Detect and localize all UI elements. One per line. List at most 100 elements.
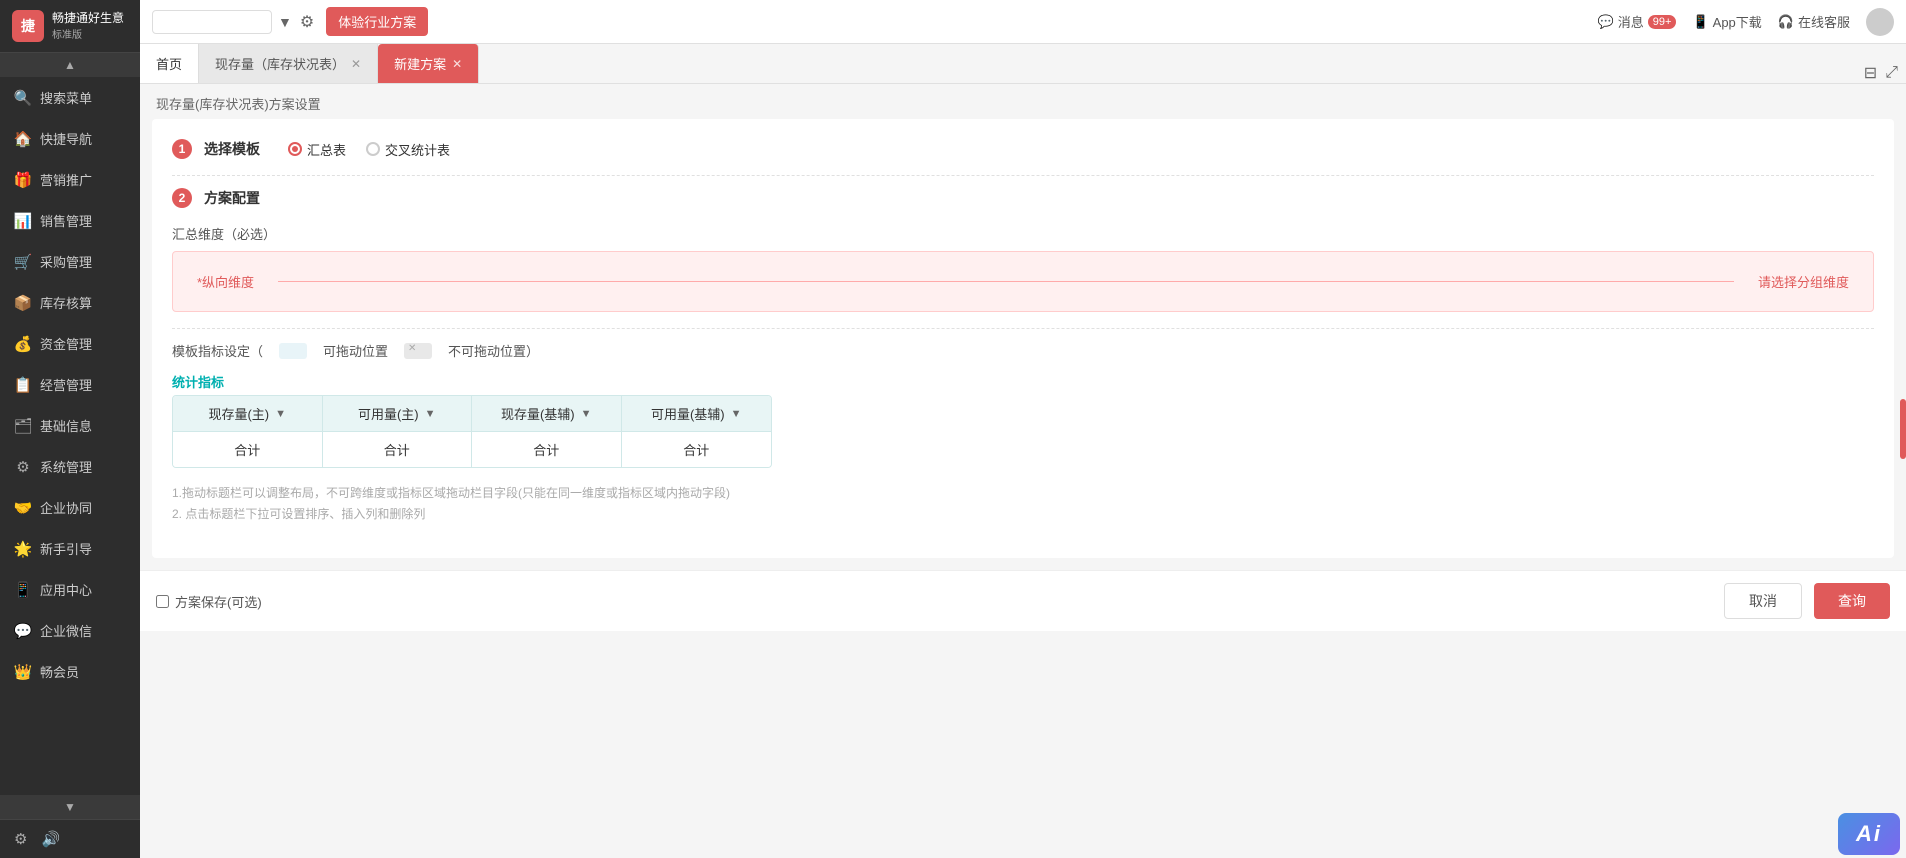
radio-cross[interactable]: 交叉统计表	[366, 140, 450, 159]
message-label: 消息	[1618, 12, 1644, 31]
col-dropdown-2[interactable]: ▼	[581, 408, 592, 420]
non-draggable-indicator	[404, 343, 432, 359]
sidebar-item-marketing[interactable]: 🎁 营销推广	[0, 159, 140, 200]
col-header-3: 可用量(基辅) ▼	[622, 396, 772, 431]
ai-badge[interactable]: Ai	[1838, 813, 1900, 855]
footer-actions: 取消 查询	[1724, 583, 1890, 619]
logo-badge: 标准版	[52, 26, 124, 41]
sidebar-item-basic-info[interactable]: 🗂 基础信息	[0, 405, 140, 446]
inventory-icon: 📦	[14, 294, 32, 312]
sidebar-item-quick-nav[interactable]: 🏠 快捷导航	[0, 118, 140, 159]
tab-inventory-label: 现存量（库存状况表）	[215, 54, 345, 73]
headset-icon: 🎧	[1778, 14, 1794, 30]
message-badge: 99+	[1648, 15, 1677, 29]
draggable-indicator	[279, 343, 307, 359]
stats-cell-0-2: 合计	[472, 432, 622, 467]
radio-summary[interactable]: 汇总表	[288, 140, 346, 159]
sidebar-item-label: 企业微信	[40, 621, 92, 640]
tab-inventory-close[interactable]: ✕	[351, 57, 361, 71]
step2-badge: 2	[172, 188, 192, 208]
sidebar-scroll-down[interactable]: ▼	[0, 795, 140, 819]
message-btn[interactable]: 💬 消息 99+	[1598, 12, 1677, 31]
right-scroll-indicator	[1900, 399, 1906, 459]
sidebar-item-operations[interactable]: 📋 经营管理	[0, 364, 140, 405]
newbie-icon: 🌟	[14, 540, 32, 558]
query-button[interactable]: 查询	[1814, 583, 1890, 619]
col-label-1: 可用量(主)	[358, 404, 419, 423]
stats-table: 现存量(主) ▼ 可用量(主) ▼ 现存量(基辅) ▼ 可用量(基辅) ▼	[172, 395, 772, 468]
tab-minimize-btn[interactable]: ⊟	[1864, 63, 1877, 83]
app-download-icon: 📱	[1692, 14, 1708, 30]
tab-new-plan-close[interactable]: ✕	[452, 57, 462, 71]
app-download-btn[interactable]: 📱 App下载	[1692, 12, 1761, 31]
tab-new-plan[interactable]: 新建方案 ✕	[378, 44, 479, 83]
sidebar-scroll-up[interactable]: ▲	[0, 53, 140, 77]
sidebar-item-newbie[interactable]: 🌟 新手引导	[0, 528, 140, 569]
sidebar-item-app-center[interactable]: 📱 应用中心	[0, 569, 140, 610]
stats-cell-0-0: 合计	[173, 432, 323, 467]
radio-group-template: 汇总表 交叉统计表	[288, 140, 450, 159]
tab-home-label: 首页	[156, 54, 182, 73]
user-avatar[interactable]	[1866, 8, 1894, 36]
tab-home[interactable]: 首页	[140, 44, 199, 83]
sidebar-item-sales[interactable]: 📊 销售管理	[0, 200, 140, 241]
save-checkbox[interactable]	[156, 595, 169, 608]
system-icon: ⚙	[14, 458, 32, 476]
radio-summary-label: 汇总表	[307, 140, 346, 159]
tab-inventory-status[interactable]: 现存量（库存状况表） ✕	[199, 44, 378, 83]
col-dropdown-0[interactable]: ▼	[275, 408, 286, 420]
tab-expand-btn[interactable]: ⤢	[1885, 64, 1898, 82]
sidebar-item-purchase[interactable]: 🛒 采购管理	[0, 241, 140, 282]
radio-cross-circle	[366, 142, 380, 156]
sidebar-item-member[interactable]: 👑 畅会员	[0, 651, 140, 692]
sidebar-item-label: 畅会员	[40, 662, 79, 681]
page-title: 现存量(库存状况表)方案设置	[140, 84, 1906, 119]
sales-icon: 📊	[14, 212, 32, 230]
col-label-0: 现存量(主)	[208, 404, 269, 423]
topbar-right: 💬 消息 99+ 📱 App下载 🎧 在线客服	[1598, 8, 1894, 36]
sidebar-item-label: 基础信息	[40, 416, 92, 435]
sidebar-item-label: 销售管理	[40, 211, 92, 230]
draggable-label: 可拖动位置	[323, 341, 388, 360]
sidebar-item-system[interactable]: ⚙ 系统管理	[0, 446, 140, 487]
tab-bar: 首页 现存量（库存状况表） ✕ 新建方案 ✕ ⊟ ⤢	[140, 44, 1906, 84]
logo-icon: 捷	[12, 10, 44, 42]
topbar-dropdown-btn[interactable]: ▼	[278, 14, 292, 30]
sidebar-item-corp-wechat[interactable]: 💬 企业微信	[0, 610, 140, 651]
sidebar-item-label: 资金管理	[40, 334, 92, 353]
step1-divider	[172, 175, 1874, 176]
col-header-1: 可用量(主) ▼	[323, 396, 473, 431]
tab-new-plan-label: 新建方案	[394, 54, 446, 73]
app-center-icon: 📱	[14, 581, 32, 599]
sidebar-item-label: 应用中心	[40, 580, 92, 599]
step1-badge: 1	[172, 139, 192, 159]
indicator-row: 模板指标设定（ 可拖动位置 不可拖动位置）	[172, 341, 1874, 360]
trial-industry-btn[interactable]: 体验行业方案	[326, 7, 428, 36]
cancel-button[interactable]: 取消	[1724, 583, 1802, 619]
step1-row: 1 选择模板 汇总表 交叉统计表	[172, 139, 1874, 159]
col-dropdown-1[interactable]: ▼	[425, 408, 436, 420]
sidebar-bottom: ⚙ 🔊	[0, 819, 140, 858]
topbar-gear-btn[interactable]: ⚙	[300, 12, 314, 32]
col-header-0: 现存量(主) ▼	[173, 396, 323, 431]
sidebar-item-search-menu[interactable]: 🔍 搜索菜单	[0, 77, 140, 118]
dim-placeholder: 请选择分组维度	[1758, 272, 1849, 291]
dimension-area: *纵向维度 请选择分组维度	[172, 251, 1874, 312]
online-service-btn[interactable]: 🎧 在线客服	[1778, 12, 1850, 31]
col-dropdown-3[interactable]: ▼	[731, 408, 742, 420]
content-area: 现存量(库存状况表)方案设置 1 选择模板 汇总表 交叉统计表	[140, 84, 1906, 858]
sidebar-item-finance[interactable]: 💰 资金管理	[0, 323, 140, 364]
stats-table-row-0: 合计 合计 合计 合计	[173, 431, 771, 467]
sidebar-item-inventory[interactable]: 📦 库存核算	[0, 282, 140, 323]
dim-required-label: *纵向维度	[197, 272, 254, 291]
save-check-label: 方案保存(可选)	[175, 592, 262, 611]
settings-icon[interactable]: ⚙	[14, 830, 27, 848]
sidebar: 捷 畅捷通好生意 标准版 ▲ 🔍 搜索菜单 🏠 快捷导航 🎁 营销推广 📊 销售…	[0, 0, 140, 858]
sidebar-item-label: 新手引导	[40, 539, 92, 558]
stats-header: 统计指标	[172, 372, 1874, 391]
topbar-search-input[interactable]	[152, 10, 272, 34]
audio-icon[interactable]: 🔊	[41, 830, 60, 848]
operations-icon: 📋	[14, 376, 32, 394]
finance-icon: 💰	[14, 335, 32, 353]
sidebar-item-contract[interactable]: 🤝 企业协同	[0, 487, 140, 528]
